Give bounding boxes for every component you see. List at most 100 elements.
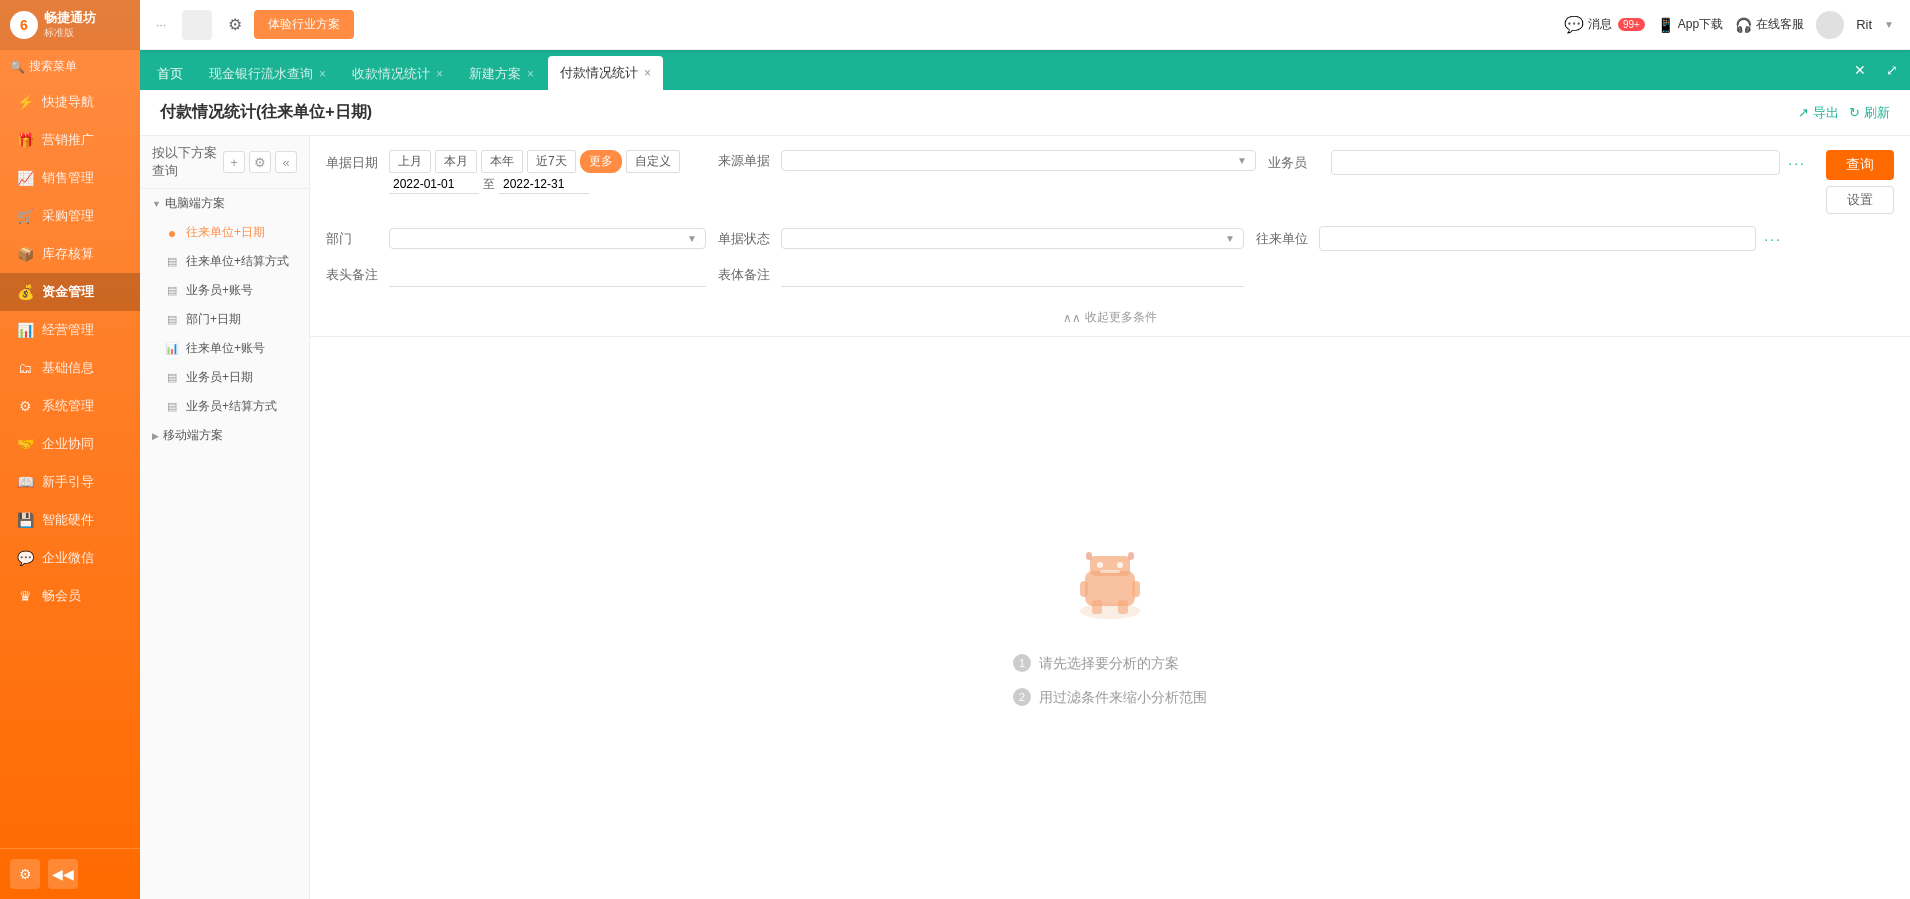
filter-row-2: 部门 ▼ 单据状态 ▼ 往来单位 xyxy=(326,226,1894,251)
search-menu[interactable]: 🔍 搜索菜单 xyxy=(0,50,140,83)
sidebar-item-marketing[interactable]: 🎁 营销推广 xyxy=(0,121,140,159)
sidebar-item-sales[interactable]: 📈 销售管理 xyxy=(0,159,140,197)
table-icon-2: ▤ xyxy=(164,283,180,299)
sidebar-item-guide[interactable]: 📖 新手引导 xyxy=(0,463,140,501)
collapse-label: 收起更多条件 xyxy=(1085,309,1157,326)
tab-bank-flow[interactable]: 现金银行流水查询 × xyxy=(197,58,338,90)
scheme-item-salesperson-date[interactable]: ▤ 业务员+日期 xyxy=(140,363,309,392)
online-service-btn[interactable]: 🎧 在线客服 xyxy=(1735,16,1804,33)
user-avatar[interactable] xyxy=(1816,11,1844,39)
scheme-item-counterparty-date[interactable]: ● 往来单位+日期 xyxy=(140,218,309,247)
scheme-section-mobile[interactable]: ▶ 移动端方案 xyxy=(140,421,309,450)
body-remark-label: 表体备注 xyxy=(718,266,773,284)
sidebar-item-purchase[interactable]: 🛒 采购管理 xyxy=(0,197,140,235)
collapse-area: ∧∧ 收起更多条件 xyxy=(326,299,1894,336)
scheme-item-label: 业务员+账号 xyxy=(186,282,253,299)
receipts-tab-close[interactable]: × xyxy=(436,67,443,81)
header-remark-group: 表头备注 xyxy=(326,263,706,287)
date-start-input[interactable] xyxy=(389,175,479,194)
dept-select[interactable]: ▼ xyxy=(389,228,706,249)
sidebar: 6 畅捷通坊 标准版 🔍 搜索菜单 ⚡ 快捷导航 🎁 营销推广 📈 销售管理 🛒… xyxy=(0,0,140,899)
quick-nav-icon: ⚡ xyxy=(16,93,34,111)
maximize-btn[interactable]: ⤢ xyxy=(1878,56,1906,84)
finance-icon: 💰 xyxy=(16,283,34,301)
cooperation-icon: 🤝 xyxy=(16,435,34,453)
sidebar-item-cooperation[interactable]: 🤝 企业协同 xyxy=(0,425,140,463)
sidebar-item-operations[interactable]: 📊 经营管理 xyxy=(0,311,140,349)
scheme-item-dept-date[interactable]: ▤ 部门+日期 xyxy=(140,305,309,334)
scheme-item-salesperson-account[interactable]: ▤ 业务员+账号 xyxy=(140,276,309,305)
scheme-collapse-btn[interactable]: « xyxy=(275,151,297,173)
salesperson-dots-btn[interactable]: ··· xyxy=(1788,155,1806,171)
config-icon: ⚙ xyxy=(228,15,242,34)
hint-text-2: 用过滤条件来缩小分析范围 xyxy=(1039,683,1207,711)
date-btn-more[interactable]: 更多 xyxy=(580,150,622,173)
scheme-section-desktop[interactable]: ▼ 电脑端方案 xyxy=(140,189,309,218)
sidebar-item-base-info[interactable]: 🗂 基础信息 xyxy=(0,349,140,387)
payments-tab-close[interactable]: × xyxy=(644,66,651,80)
sidebar-menu: ⚡ 快捷导航 🎁 营销推广 📈 销售管理 🛒 采购管理 📦 库存核算 💰 资金管… xyxy=(0,83,140,848)
filter-row-3: 表头备注 表体备注 xyxy=(326,263,1894,287)
counterparty-input[interactable] xyxy=(1319,226,1756,251)
sidebar-item-system[interactable]: ⚙ 系统管理 xyxy=(0,387,140,425)
sidebar-item-inventory[interactable]: 📦 库存核算 xyxy=(0,235,140,273)
tab-new-scheme[interactable]: 新建方案 × xyxy=(457,58,546,90)
sidebar-settings-btn[interactable]: ⚙ xyxy=(10,859,40,889)
date-filter-group: 单据日期 上月 本月 本年 近7天 更多 自定义 xyxy=(326,150,706,194)
source-doc-group: 来源单据 ▼ xyxy=(718,150,1256,171)
counterparty-group: 往来单位 ··· xyxy=(1256,226,1782,251)
date-btn-last-month[interactable]: 上月 xyxy=(389,150,431,173)
sidebar-item-hardware[interactable]: 💾 智能硬件 xyxy=(0,501,140,539)
tab-receipts[interactable]: 收款情况统计 × xyxy=(340,58,455,90)
date-btn-last-7days[interactable]: 近7天 xyxy=(527,150,576,173)
username-label[interactable]: Rit xyxy=(1856,17,1872,32)
collapse-btn[interactable]: ∧∧ 收起更多条件 xyxy=(1063,309,1157,326)
trial-btn[interactable]: 体验行业方案 xyxy=(254,10,354,39)
filter-panel: 单据日期 上月 本月 本年 近7天 更多 自定义 xyxy=(310,136,1910,337)
scheme-item-counterparty-settlement[interactable]: ▤ 往来单位+结算方式 xyxy=(140,247,309,276)
new-scheme-tab-label: 新建方案 xyxy=(469,65,521,83)
scheme-add-btn[interactable]: + xyxy=(223,151,245,173)
notifications-btn[interactable]: 💬 消息 99+ xyxy=(1564,15,1645,34)
tab-bar: 首页 现金银行流水查询 × 收款情况统计 × 新建方案 × 付款情况统计 × ✕… xyxy=(140,50,1910,90)
date-btn-custom[interactable]: 自定义 xyxy=(626,150,680,173)
settings-btn[interactable]: 设置 xyxy=(1826,186,1894,214)
scheme-item-counterparty-account[interactable]: 📊 往来单位+账号 xyxy=(140,334,309,363)
refresh-btn[interactable]: ↻ 刷新 xyxy=(1849,104,1890,122)
tab-home[interactable]: 首页 xyxy=(145,58,195,90)
sidebar-item-wechat[interactable]: 💬 企业微信 xyxy=(0,539,140,577)
scheme-item-label: 业务员+日期 xyxy=(186,369,253,386)
salesperson-input[interactable] xyxy=(1331,150,1780,175)
scheme-item-salesperson-settlement[interactable]: ▤ 业务员+结算方式 xyxy=(140,392,309,421)
new-scheme-tab-close[interactable]: × xyxy=(527,67,534,81)
doc-status-select[interactable]: ▼ xyxy=(781,228,1244,249)
export-btn[interactable]: ↗ 导出 xyxy=(1798,104,1839,122)
table-icon-3: ▤ xyxy=(164,312,180,328)
sidebar-item-vip[interactable]: ♛ 畅会员 xyxy=(0,577,140,615)
counterparty-dots-btn[interactable]: ··· xyxy=(1764,231,1782,247)
tab-payments[interactable]: 付款情况统计 × xyxy=(548,56,663,90)
date-end-input[interactable] xyxy=(499,175,589,194)
header-config-btn[interactable]: ⚙ xyxy=(228,15,242,34)
sidebar-item-finance[interactable]: 💰 资金管理 xyxy=(0,273,140,311)
bank-flow-tab-close[interactable]: × xyxy=(319,67,326,81)
svg-point-4 xyxy=(1117,562,1123,568)
body-remark-input[interactable] xyxy=(781,263,1244,287)
bank-flow-tab-label: 现金银行流水查询 xyxy=(209,65,313,83)
sidebar-item-quick-nav[interactable]: ⚡ 快捷导航 xyxy=(0,83,140,121)
sidebar-item-label: 系统管理 xyxy=(42,397,94,415)
date-btn-current-month[interactable]: 本月 xyxy=(435,150,477,173)
scheme-settings-btn[interactable]: ⚙ xyxy=(249,151,271,173)
user-dropdown-icon[interactable]: ▼ xyxy=(1884,19,1894,30)
date-filter-label: 单据日期 xyxy=(326,150,381,172)
search-label: 搜索菜单 xyxy=(29,58,77,75)
close-all-tabs-btn[interactable]: ✕ xyxy=(1846,56,1874,84)
app-download-btn[interactable]: 📱 App下载 xyxy=(1657,16,1723,33)
header-remark-input[interactable] xyxy=(389,263,706,287)
date-btn-current-year[interactable]: 本年 xyxy=(481,150,523,173)
sidebar-collapse-btn[interactable]: ◀◀ xyxy=(48,859,78,889)
header-nav-area xyxy=(182,10,212,40)
app-icon: 📱 xyxy=(1657,17,1674,33)
source-doc-select[interactable]: ▼ xyxy=(781,150,1256,171)
query-btn[interactable]: 查询 xyxy=(1826,150,1894,180)
